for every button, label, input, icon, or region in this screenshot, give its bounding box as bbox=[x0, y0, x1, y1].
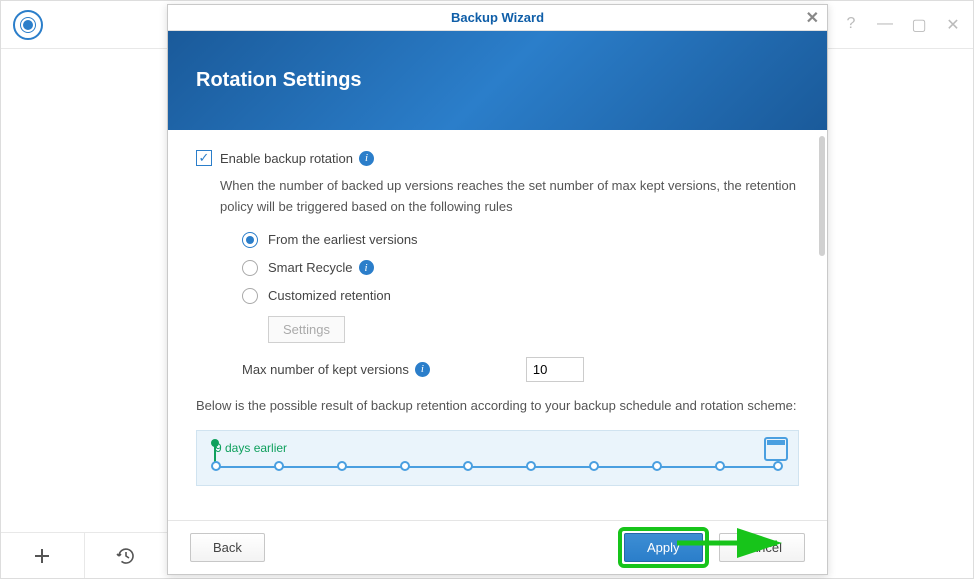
maximize-icon[interactable]: ▢ bbox=[911, 15, 927, 35]
retention-settings-button: Settings bbox=[268, 316, 345, 343]
timeline-point bbox=[526, 461, 536, 471]
max-versions-label: Max number of kept versions bbox=[242, 362, 409, 377]
dialog-content: ✓ Enable backup rotation i When the numb… bbox=[168, 130, 827, 520]
timeline-point bbox=[274, 461, 284, 471]
radio-earliest[interactable] bbox=[242, 232, 258, 248]
backup-wizard-dialog: Backup Wizard ✕ Rotation Settings ✓ Enab… bbox=[167, 4, 828, 575]
radio-custom-label: Customized retention bbox=[268, 288, 391, 303]
banner-title: Rotation Settings bbox=[196, 69, 362, 92]
minimize-icon[interactable]: — bbox=[877, 15, 893, 35]
dialog-close-icon[interactable]: ✕ bbox=[806, 8, 819, 28]
dialog-footer: Back Apply Cancel bbox=[168, 520, 827, 574]
radio-earliest-label: From the earliest versions bbox=[268, 232, 418, 247]
calendar-icon[interactable] bbox=[764, 437, 788, 461]
app-logo-icon bbox=[13, 10, 43, 40]
timeline-point bbox=[400, 461, 410, 471]
radio-smart[interactable] bbox=[242, 260, 258, 276]
enable-rotation-label: Enable backup rotation bbox=[220, 151, 353, 166]
add-task-button[interactable] bbox=[1, 533, 84, 578]
radio-smart-label: Smart Recycle bbox=[268, 260, 353, 275]
retention-timeline: 9 days earlier bbox=[196, 430, 799, 486]
timeline-point bbox=[715, 461, 725, 471]
timeline-point bbox=[589, 461, 599, 471]
help-icon[interactable]: ? bbox=[843, 15, 859, 35]
cancel-button[interactable]: Cancel bbox=[719, 533, 805, 562]
info-icon[interactable]: i bbox=[359, 151, 374, 166]
sidebar-bottom-toolbar bbox=[1, 532, 167, 578]
timeline-track bbox=[211, 461, 784, 473]
back-button[interactable]: Back bbox=[190, 533, 265, 562]
max-versions-input[interactable] bbox=[526, 357, 584, 382]
history-button[interactable] bbox=[84, 533, 168, 578]
dialog-banner: Rotation Settings bbox=[168, 31, 827, 130]
timeline-point bbox=[337, 461, 347, 471]
timeline-point bbox=[773, 461, 783, 471]
radio-custom[interactable] bbox=[242, 288, 258, 304]
timeline-label: 9 days earlier bbox=[215, 441, 784, 455]
info-icon[interactable]: i bbox=[359, 260, 374, 275]
timeline-point bbox=[463, 461, 473, 471]
enable-rotation-checkbox[interactable]: ✓ bbox=[196, 150, 212, 166]
timeline-point bbox=[652, 461, 662, 471]
apply-highlight-annotation: Apply bbox=[618, 527, 709, 568]
info-icon[interactable]: i bbox=[415, 362, 430, 377]
dialog-titlebar[interactable]: Backup Wizard ✕ bbox=[168, 5, 827, 31]
dialog-title: Backup Wizard bbox=[451, 10, 544, 25]
close-icon[interactable]: ✕ bbox=[945, 15, 961, 35]
timeline-point bbox=[211, 461, 221, 471]
result-description: Below is the possible result of backup r… bbox=[196, 396, 799, 417]
scrollbar-thumb[interactable] bbox=[819, 136, 825, 256]
rotation-description: When the number of backed up versions re… bbox=[220, 176, 799, 218]
retention-radio-group: From the earliest versions Smart Recycle… bbox=[242, 232, 799, 304]
apply-button[interactable]: Apply bbox=[624, 533, 703, 562]
